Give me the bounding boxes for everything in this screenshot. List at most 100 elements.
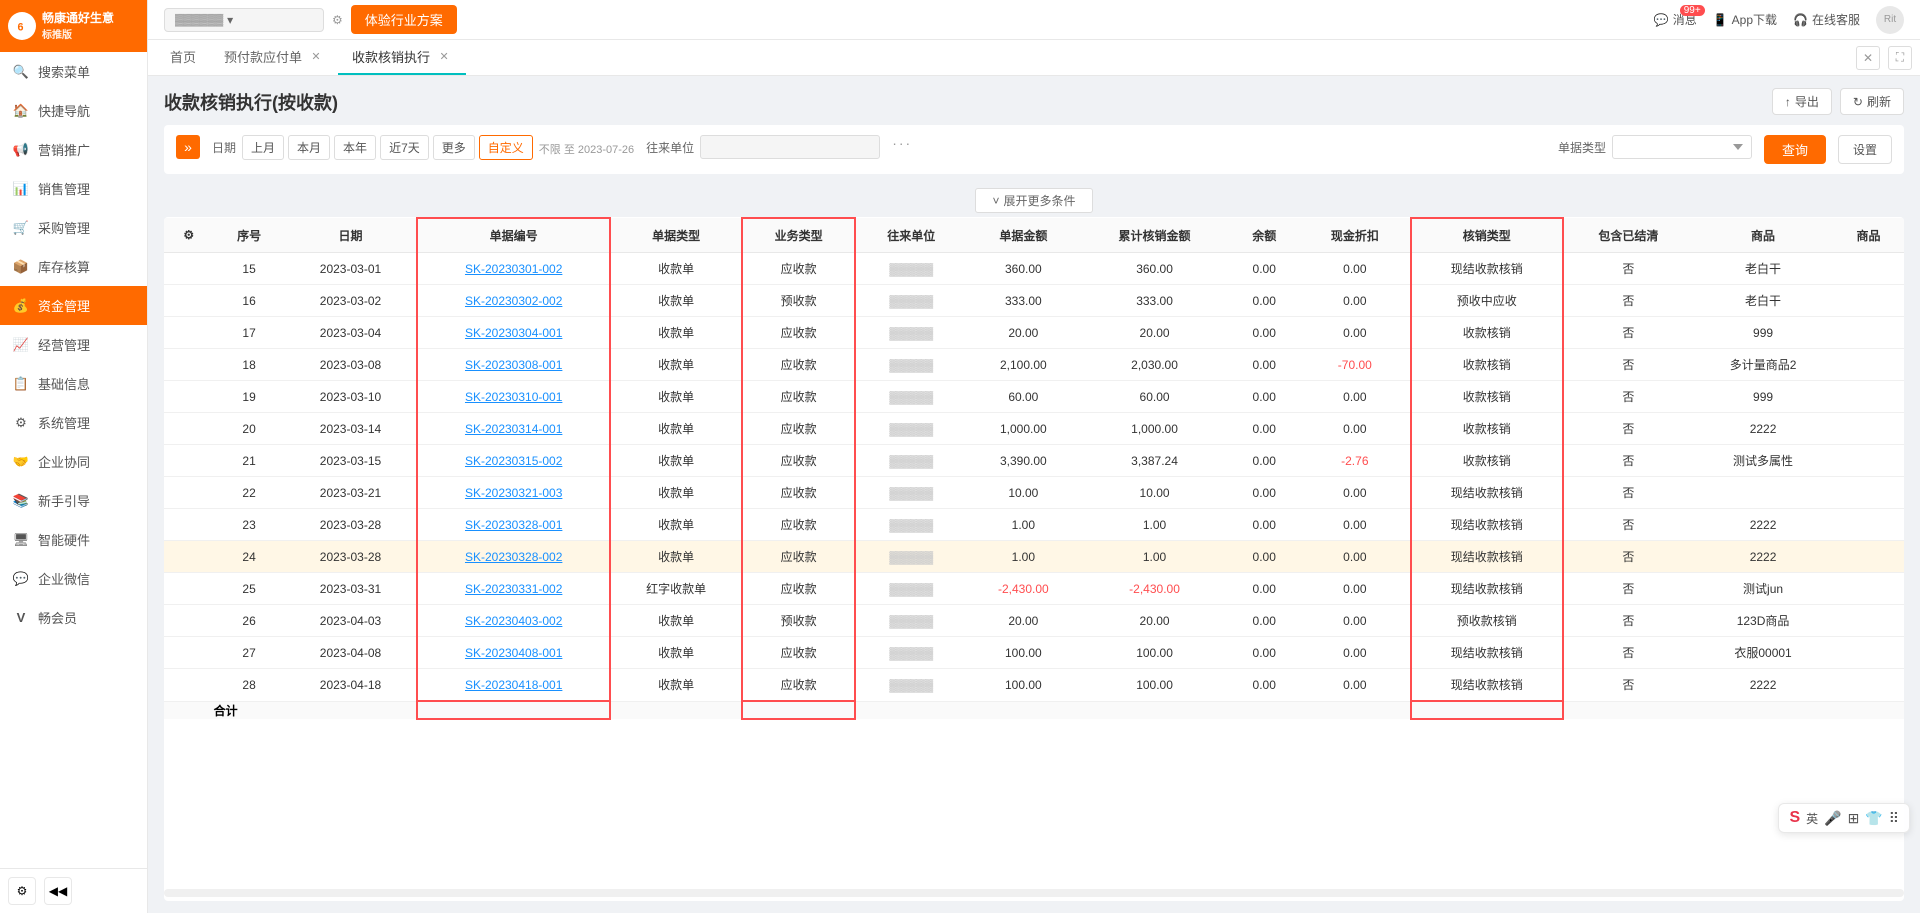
sidebar-item-corp[interactable]: 🤝 企业协同 [0, 442, 147, 481]
sidebar-item-system[interactable]: ⚙ 系统管理 [0, 403, 147, 442]
filter-date-last-month[interactable]: 上月 [242, 135, 284, 160]
voucher-link[interactable]: SK-20230315-002 [465, 454, 562, 468]
basic-icon: 📋 [12, 375, 30, 393]
sidebar-item-search[interactable]: 🔍 搜索菜单 [0, 52, 147, 91]
voucher-link[interactable]: SK-20230321-003 [465, 486, 562, 500]
voucher-link[interactable]: SK-20230301-002 [465, 262, 562, 276]
cell-voucher-no[interactable]: SK-20230321-003 [417, 477, 610, 509]
cell-voucher-no[interactable]: SK-20230418-001 [417, 669, 610, 702]
cell-voucher-no[interactable]: SK-20230302-002 [417, 285, 610, 317]
cell-biz-type: 应收款 [742, 573, 855, 605]
tab-receipt-label: 收款核销执行 [352, 47, 430, 66]
tab-close-all-btn[interactable]: ✕ [1856, 46, 1880, 70]
filter-date-more[interactable]: 更多 [433, 135, 475, 160]
app-download-button[interactable]: 📱 App下载 [1713, 11, 1777, 28]
sidebar-item-inventory[interactable]: 📦 库存核算 [0, 247, 147, 286]
filter-date-this-year[interactable]: 本年 [334, 135, 376, 160]
sidebar-item-label: 库存核算 [38, 257, 90, 276]
sidebar-item-finance[interactable]: 💰 资金管理 [0, 286, 147, 325]
filter-date-custom[interactable]: 自定义 [479, 135, 533, 160]
table-row: 202023-03-14SK-20230314-001收款单应收款▓▓▓▓▓1,… [164, 413, 1904, 445]
voucher-link[interactable]: SK-20230308-001 [465, 358, 562, 372]
voucher-link[interactable]: SK-20230304-001 [465, 326, 562, 340]
voucher-link[interactable]: SK-20230408-001 [465, 646, 562, 660]
cell-write-off: 1.00 [1080, 509, 1228, 541]
cell-goods2 [1833, 573, 1904, 605]
page-actions: ↑ 导出 ↻ 刷新 [1772, 88, 1904, 115]
sidebar-item-guide[interactable]: 📚 新手引导 [0, 481, 147, 520]
mic-icon: 🎤 [1824, 810, 1841, 827]
cell-balance: 0.00 [1229, 285, 1300, 317]
tab-prepay-close[interactable]: ✕ [308, 49, 324, 65]
sidebar-item-marketing[interactable]: 📢 营销推广 [0, 130, 147, 169]
query-button[interactable]: 查询 [1764, 135, 1826, 164]
sidebar-item-wechat[interactable]: 💬 企业微信 [0, 559, 147, 598]
tab-fullscreen-btn[interactable]: ⛶ [1888, 46, 1912, 70]
tab-receipt[interactable]: 收款核销执行 ✕ [338, 40, 466, 75]
cell-goods: 老白干 [1693, 285, 1833, 317]
expand-conditions-btn[interactable]: ˅ 展开更多条件 [975, 188, 1092, 213]
message-button[interactable]: 💬 消息 99+ [1654, 11, 1697, 28]
sidebar-collapse-btn[interactable]: ◀◀ [44, 877, 72, 905]
cell-balance: 0.00 [1229, 573, 1300, 605]
avatar-text: Rit [1884, 14, 1896, 25]
cell-amount: 100.00 [966, 669, 1080, 702]
voucher-link[interactable]: SK-20230328-002 [465, 550, 562, 564]
cell-date: 2023-04-18 [285, 669, 418, 702]
sidebar-item-label: 快捷导航 [38, 101, 90, 120]
solution-button[interactable]: 体验行业方案 [351, 5, 457, 34]
filter-toggle-btn[interactable]: » [176, 135, 200, 159]
cell-voucher-no[interactable]: SK-20230408-001 [417, 637, 610, 669]
cell-voucher-no[interactable]: SK-20230328-001 [417, 509, 610, 541]
sidebar-item-nav[interactable]: 🏠 快捷导航 [0, 91, 147, 130]
cell-voucher-no[interactable]: SK-20230331-002 [417, 573, 610, 605]
sidebar-item-hardware[interactable]: 🖥 智能硬件 [0, 520, 147, 559]
table-scroll-bar[interactable] [164, 889, 1904, 897]
cell-voucher-no[interactable]: SK-20230308-001 [417, 349, 610, 381]
footer-amount [966, 701, 1080, 719]
topbar-settings-icon[interactable]: ⚙ [332, 13, 343, 27]
avatar[interactable]: Rit [1876, 6, 1904, 34]
cell-voucher-no[interactable]: SK-20230304-001 [417, 317, 610, 349]
cell-voucher-no[interactable]: SK-20230328-002 [417, 541, 610, 573]
cell-voucher-no[interactable]: SK-20230315-002 [417, 445, 610, 477]
sidebar-item-basic[interactable]: 📋 基础信息 [0, 364, 147, 403]
cell-partner: ▓▓▓▓▓ [855, 349, 966, 381]
voucher-link[interactable]: SK-20230302-002 [465, 294, 562, 308]
cell-voucher-no[interactable]: SK-20230301-002 [417, 253, 610, 285]
cell-biz-type: 应收款 [742, 253, 855, 285]
system-icon: ⚙ [12, 414, 30, 432]
sidebar-settings-btn[interactable]: ⚙ [8, 877, 36, 905]
voucher-link[interactable]: SK-20230328-001 [465, 518, 562, 532]
filter-voucher-select[interactable] [1612, 135, 1752, 159]
voucher-link[interactable]: SK-20230310-001 [465, 390, 562, 404]
cell-voucher-no[interactable]: SK-20230314-001 [417, 413, 610, 445]
sidebar-item-sales[interactable]: 📊 销售管理 [0, 169, 147, 208]
export-button[interactable]: ↑ 导出 [1772, 88, 1832, 115]
tab-prepay[interactable]: 预付款应付单 ✕ [210, 40, 338, 75]
cell-voucher-no[interactable]: SK-20230403-002 [417, 605, 610, 637]
settings-button[interactable]: 设置 [1838, 135, 1892, 164]
voucher-link[interactable]: SK-20230314-001 [465, 422, 562, 436]
voucher-link[interactable]: SK-20230403-002 [465, 614, 562, 628]
sidebar-item-purchase[interactable]: 🛒 采购管理 [0, 208, 147, 247]
cell-balance: 0.00 [1229, 349, 1300, 381]
cell-biz-type: 应收款 [742, 509, 855, 541]
filter-date-this-month[interactable]: 本月 [288, 135, 330, 160]
company-selector[interactable]: ▓▓▓▓▓▓ ▾ [164, 8, 324, 32]
cell-balance: 0.00 [1229, 605, 1300, 637]
cell-gear [164, 381, 214, 413]
col-gear[interactable]: ⚙ [164, 218, 214, 253]
refresh-button[interactable]: ↻ 刷新 [1840, 88, 1904, 115]
voucher-link[interactable]: SK-20230331-002 [465, 582, 562, 596]
tab-home[interactable]: 首页 [156, 40, 210, 75]
filter-partner-input[interactable] [700, 135, 880, 159]
sidebar-item-operation[interactable]: 📈 经营管理 [0, 325, 147, 364]
online-service-button[interactable]: 🎧 在线客服 [1793, 11, 1860, 28]
sidebar-item-member[interactable]: V 畅会员 [0, 598, 147, 637]
filter-date-7days[interactable]: 近7天 [380, 135, 429, 160]
voucher-link[interactable]: SK-20230418-001 [465, 678, 562, 692]
tab-receipt-close[interactable]: ✕ [436, 49, 452, 65]
table-wrap[interactable]: ⚙ 序号 日期 单据编号 单据类型 业务类型 往来单位 单据金额 累计核销金额 … [164, 217, 1904, 885]
cell-voucher-no[interactable]: SK-20230310-001 [417, 381, 610, 413]
